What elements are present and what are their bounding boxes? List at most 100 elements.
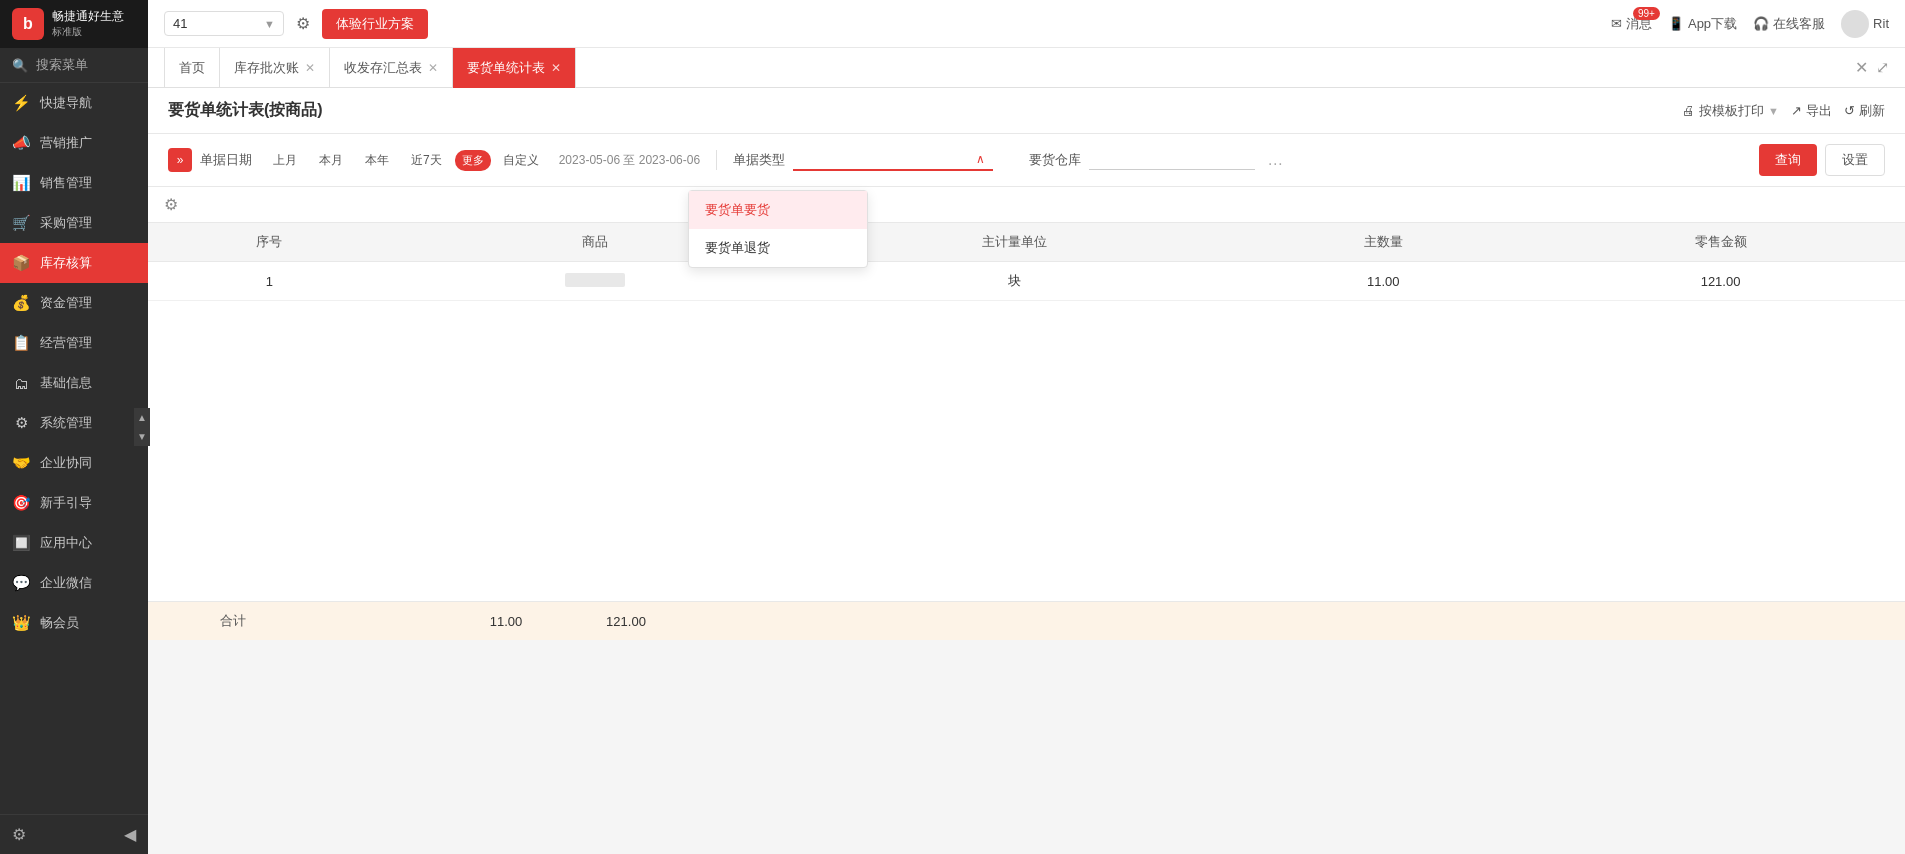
sidebar-logo: b 畅捷通好生意 标准版 [0, 0, 148, 48]
content-area: 要货单统计表(按商品) 🖨 按模板打印 ▼ ↗ 导出 ↺ 刷新 [148, 88, 1905, 854]
filter-more-options-btn[interactable]: … [1267, 151, 1283, 169]
maximize-window-icon[interactable]: ⤢ [1876, 58, 1889, 77]
operations-icon: 📋 [12, 334, 30, 352]
print-label: 按模板打印 [1699, 102, 1764, 120]
tab-order-stat-label: 要货单统计表 [467, 59, 545, 77]
warehouse-filter-select[interactable] [1089, 150, 1255, 170]
sidebar-item-apps[interactable]: 🔲 应用中心 [0, 523, 148, 563]
sidebar-item-label: 库存核算 [40, 254, 92, 272]
sidebar-item-guide[interactable]: 🎯 新手引导 [0, 483, 148, 523]
purchase-icon: 🛒 [12, 214, 30, 232]
type-filter-arrow[interactable]: ∧ [976, 152, 985, 166]
app-version: 标准版 [52, 25, 124, 39]
filter-date-range: 2023-05-06 至 2023-06-06 [559, 152, 700, 169]
sidebar-item-cooperation[interactable]: 🤝 企业协同 [0, 443, 148, 483]
warehouse-filter-input[interactable] [1097, 152, 1247, 167]
app-download-btn[interactable]: 📱 App下载 [1668, 15, 1737, 33]
export-label: 导出 [1806, 102, 1832, 120]
sidebar-item-system[interactable]: ⚙ 系统管理 [0, 403, 148, 443]
branch-selector[interactable]: 41 ▼ [164, 11, 284, 36]
sidebar-item-label: 系统管理 [40, 414, 92, 432]
footer-label: 合计 [220, 612, 246, 630]
collapse-icon[interactable]: ◀ [124, 825, 136, 844]
messages-btn[interactable]: ✉ 消息 99+ [1611, 15, 1652, 33]
dropdown-item-order-incoming[interactable]: 要货单要货 [689, 191, 867, 229]
sidebar-item-wechat[interactable]: 💬 企业微信 [0, 563, 148, 603]
system-icon: ⚙ [12, 414, 30, 432]
col-quantity: 主数量 [1230, 223, 1536, 262]
sidebar-item-label: 资金管理 [40, 294, 92, 312]
online-service-label: 在线客服 [1773, 15, 1825, 33]
page-title: 要货单统计表(按商品) [168, 100, 323, 121]
sidebar-item-marketing[interactable]: 📣 营销推广 [0, 123, 148, 163]
col-amount: 零售金额 [1536, 223, 1905, 262]
topbar-gear-icon[interactable]: ⚙ [296, 14, 310, 33]
app-download-label: App下载 [1688, 15, 1737, 33]
app-logo-icon: b [12, 8, 44, 40]
close-window-icon[interactable]: ✕ [1855, 58, 1868, 77]
user-menu[interactable]: Rit [1841, 10, 1889, 38]
tab-collect-summary[interactable]: 收发存汇总表 ✕ [330, 48, 453, 88]
branch-value: 41 [173, 16, 260, 31]
tab-batch-account[interactable]: 库存批次账 ✕ [220, 48, 330, 88]
online-service-btn[interactable]: 🎧 在线客服 [1753, 15, 1825, 33]
scroll-up-arrow[interactable]: ▲ [134, 408, 150, 427]
type-filter-input[interactable] [801, 152, 972, 167]
type-filter-label: 单据类型 [733, 151, 785, 169]
type-dropdown: 要货单要货 要货单退货 [688, 190, 868, 268]
filter-toggle-icon: » [177, 153, 184, 167]
sidebar-item-label: 营销推广 [40, 134, 92, 152]
filter-actions: 查询 设置 [1759, 144, 1885, 176]
filter-more-btn[interactable]: 更多 [455, 150, 491, 171]
data-table: 序号 商品 主计量单位 主数量 零售金额 1 块 11.00 [148, 223, 1905, 301]
sales-icon: 📊 [12, 174, 30, 192]
filter-this-month-btn[interactable]: 本月 [310, 148, 352, 173]
table-footer: 合计 11.00 121.00 [148, 601, 1905, 640]
query-btn[interactable]: 查询 [1759, 144, 1817, 176]
sidebar-item-finance[interactable]: 💰 资金管理 [0, 283, 148, 323]
sidebar-item-sales[interactable]: 📊 销售管理 [0, 163, 148, 203]
sidebar-item-inventory[interactable]: 📦 库存核算 [0, 243, 148, 283]
sidebar-bottom: ⚙ ◀ [0, 814, 148, 854]
dropdown-item-order-return[interactable]: 要货单退货 [689, 229, 867, 267]
filter-separator [716, 150, 717, 170]
tab-home[interactable]: 首页 [164, 48, 220, 88]
sidebar-item-purchase[interactable]: 🛒 采购管理 [0, 203, 148, 243]
sidebar-item-label: 畅会员 [40, 614, 79, 632]
sidebar-search[interactable]: 🔍 搜索菜单 [0, 48, 148, 83]
table-header-row: 序号 商品 主计量单位 主数量 零售金额 [148, 223, 1905, 262]
filter-toggle-btn[interactable]: » [168, 148, 192, 172]
filter-last-month-btn[interactable]: 上月 [264, 148, 306, 173]
sidebar-item-basic-info[interactable]: 🗂 基础信息 [0, 363, 148, 403]
topbar-left: 41 ▼ ⚙ 体验行业方案 [164, 9, 428, 39]
settings-btn[interactable]: 设置 [1825, 144, 1885, 176]
page-header: 要货单统计表(按商品) 🖨 按模板打印 ▼ ↗ 导出 ↺ 刷新 [148, 88, 1905, 134]
trial-btn[interactable]: 体验行业方案 [322, 9, 428, 39]
sidebar-item-label: 基础信息 [40, 374, 92, 392]
guide-icon: 🎯 [12, 494, 30, 512]
export-btn[interactable]: ↗ 导出 [1791, 102, 1832, 120]
print-btn[interactable]: 🖨 按模板打印 ▼ [1682, 102, 1779, 120]
cooperation-icon: 🤝 [12, 454, 30, 472]
table-config-icon[interactable]: ⚙ [164, 195, 178, 214]
settings-icon[interactable]: ⚙ [12, 825, 26, 844]
tab-batch-account-close[interactable]: ✕ [305, 61, 315, 75]
sidebar-item-operations[interactable]: 📋 经营管理 [0, 323, 148, 363]
filter-last-7days-btn[interactable]: 近7天 [402, 148, 451, 173]
print-dropdown-arrow[interactable]: ▼ [1768, 105, 1779, 117]
type-filter-select[interactable]: ∧ [793, 150, 993, 171]
filter-this-year-btn[interactable]: 本年 [356, 148, 398, 173]
refresh-btn[interactable]: ↺ 刷新 [1844, 102, 1885, 120]
sidebar-item-member[interactable]: 👑 畅会员 [0, 603, 148, 643]
member-icon: 👑 [12, 614, 30, 632]
filter-custom-btn[interactable]: 自定义 [495, 149, 547, 172]
service-icon: 🎧 [1753, 16, 1769, 31]
marketing-icon: 📣 [12, 134, 30, 152]
tab-collect-summary-close[interactable]: ✕ [428, 61, 438, 75]
quick-nav-icon: ⚡ [12, 94, 30, 112]
tab-order-stat-close[interactable]: ✕ [551, 61, 561, 75]
scroll-down-arrow[interactable]: ▼ [134, 427, 150, 446]
sidebar: b 畅捷通好生意 标准版 🔍 搜索菜单 ⚡ 快捷导航 📣 营销推广 📊 销售管理… [0, 0, 148, 854]
sidebar-item-quick-nav[interactable]: ⚡ 快捷导航 [0, 83, 148, 123]
tab-order-stat[interactable]: 要货单统计表 ✕ [453, 48, 576, 88]
